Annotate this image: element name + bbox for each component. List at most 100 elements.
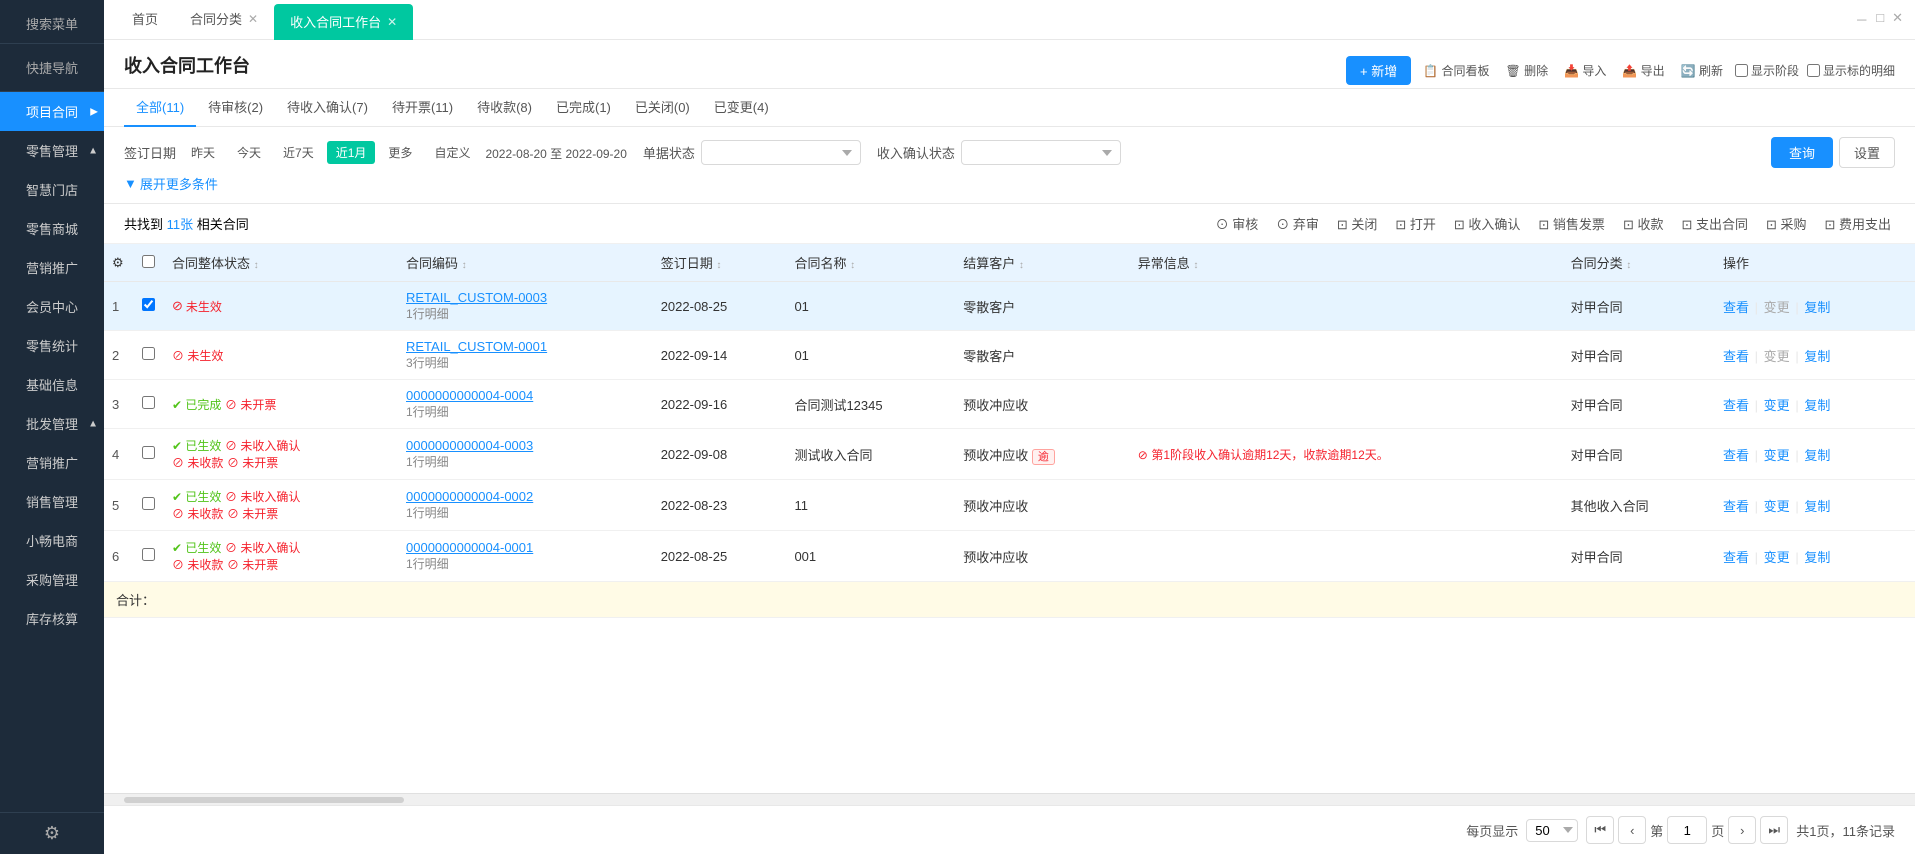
- th-overall-status[interactable]: 合同整体状态 ↕: [164, 244, 398, 282]
- gear-icon[interactable]: ⚙: [44, 823, 60, 844]
- tab-contract-category[interactable]: 合同分类 ✕: [174, 0, 274, 40]
- date-btn-custom[interactable]: 自定义: [425, 141, 479, 164]
- tab-home[interactable]: 首页: [116, 0, 174, 40]
- scrollbar-thumb[interactable]: [124, 797, 404, 803]
- show-marks-checkbox[interactable]: 显示标的明细: [1807, 62, 1895, 79]
- row-checkbox[interactable]: [134, 429, 164, 480]
- sub-tab-pending-confirm[interactable]: 待收入确认(7): [275, 89, 380, 127]
- sub-tab-changed[interactable]: 已变更(4): [702, 89, 781, 127]
- copy-link[interactable]: 复制: [1804, 398, 1830, 413]
- query-button[interactable]: 查询: [1771, 137, 1833, 168]
- sub-tab-completed[interactable]: 已完成(1): [544, 89, 623, 127]
- sidebar-item-marketing2[interactable]: 营销推广: [0, 443, 104, 482]
- th-checkbox[interactable]: [134, 244, 164, 282]
- th-exception[interactable]: 异常信息 ↕: [1130, 244, 1563, 282]
- row-checkbox[interactable]: [134, 380, 164, 429]
- sidebar-item-sales-mgmt[interactable]: 销售管理: [0, 482, 104, 521]
- export-button[interactable]: 📤 导出: [1618, 60, 1668, 81]
- th-name[interactable]: 合同名称 ↕: [786, 244, 955, 282]
- copy-link[interactable]: 复制: [1804, 300, 1830, 315]
- sidebar-item-retail-stats[interactable]: 零售统计: [0, 326, 104, 365]
- sub-tab-pending-invoice[interactable]: 待开票(11): [380, 89, 465, 127]
- contract-code-link[interactable]: RETAIL_CUSTOM-0001: [406, 339, 645, 354]
- view-link[interactable]: 查看: [1723, 550, 1749, 565]
- first-page-button[interactable]: ⏮: [1586, 816, 1614, 844]
- contract-code-link[interactable]: RETAIL_CUSTOM-0003: [406, 290, 645, 305]
- th-date[interactable]: 签订日期 ↕: [653, 244, 787, 282]
- edit-link[interactable]: 变更: [1764, 448, 1790, 463]
- next-page-button[interactable]: ›: [1728, 816, 1756, 844]
- date-btn-more[interactable]: 更多: [379, 141, 421, 164]
- sidebar-item-purchase[interactable]: 采购管理: [0, 560, 104, 599]
- import-button[interactable]: 📥 导入: [1560, 60, 1610, 81]
- contract-code-link[interactable]: 0000000000004-0002: [406, 489, 645, 504]
- prev-page-button[interactable]: ‹: [1618, 816, 1646, 844]
- sub-tab-closed[interactable]: 已关闭(0): [623, 89, 702, 127]
- op-close-btn[interactable]: ⊡ 关闭: [1333, 212, 1382, 235]
- op-payment-btn[interactable]: ⊡ 收款: [1619, 212, 1668, 235]
- th-category[interactable]: 合同分类 ↕: [1563, 244, 1715, 282]
- row-checkbox[interactable]: [134, 531, 164, 582]
- edit-link[interactable]: 变更: [1764, 550, 1790, 565]
- copy-link[interactable]: 复制: [1804, 499, 1830, 514]
- sidebar-nav-label[interactable]: 快捷导航: [0, 52, 104, 83]
- sidebar-item-project[interactable]: 项目合同 ▶: [0, 92, 104, 131]
- contract-code-link[interactable]: 0000000000004-0003: [406, 438, 645, 453]
- sub-tab-pending-review[interactable]: 待审核(2): [196, 89, 275, 127]
- contract-code-link[interactable]: 0000000000004-0001: [406, 540, 645, 555]
- th-code[interactable]: 合同编码 ↕: [398, 244, 653, 282]
- show-fields-checkbox[interactable]: 显示阶段: [1735, 62, 1799, 79]
- kanban-button[interactable]: 📋 合同看板: [1419, 60, 1493, 81]
- date-btn-7days[interactable]: 近7天: [274, 141, 323, 164]
- copy-link[interactable]: 复制: [1804, 448, 1830, 463]
- add-button[interactable]: + 新增: [1346, 56, 1411, 85]
- horizontal-scrollbar[interactable]: [104, 793, 1915, 805]
- op-purchase-btn[interactable]: ⊡ 采购: [1762, 212, 1811, 235]
- view-link[interactable]: 查看: [1723, 448, 1749, 463]
- op-expense-contract-btn[interactable]: ⊡ 支出合同: [1677, 212, 1752, 235]
- sidebar-search[interactable]: 搜索菜单: [0, 0, 104, 44]
- date-btn-1month[interactable]: 近1月: [327, 141, 376, 164]
- contract-code-link[interactable]: 0000000000004-0004: [406, 388, 645, 403]
- doc-status-select[interactable]: [701, 140, 861, 165]
- sidebar-item-basic-info[interactable]: 基础信息: [0, 365, 104, 404]
- close-icon[interactable]: ✕: [387, 15, 397, 29]
- refresh-button[interactable]: 🔄 刷新: [1677, 60, 1727, 81]
- maximize-button[interactable]: □: [1876, 10, 1884, 29]
- copy-link[interactable]: 复制: [1804, 550, 1830, 565]
- view-link[interactable]: 查看: [1723, 349, 1749, 364]
- page-number-input[interactable]: [1667, 816, 1707, 844]
- edit-link[interactable]: 变更: [1764, 349, 1790, 364]
- sidebar-item-smart-store[interactable]: 智慧门店: [0, 170, 104, 209]
- view-link[interactable]: 查看: [1723, 499, 1749, 514]
- settings-button[interactable]: 设置: [1839, 137, 1895, 168]
- edit-link[interactable]: 变更: [1764, 398, 1790, 413]
- sidebar-item-marketing[interactable]: 营销推广: [0, 248, 104, 287]
- th-customer[interactable]: 结算客户 ↕: [955, 244, 1129, 282]
- sidebar-item-wholesale[interactable]: 批发管理 ▲: [0, 404, 104, 443]
- sidebar-item-retail-mall[interactable]: 零售商城: [0, 209, 104, 248]
- sidebar-item-inventory[interactable]: 库存核算: [0, 599, 104, 638]
- sub-tab-all[interactable]: 全部(11): [124, 89, 196, 127]
- last-page-button[interactable]: ⏭: [1760, 816, 1788, 844]
- sub-tab-pending-payment[interactable]: 待收款(8): [465, 89, 544, 127]
- sidebar-item-xiaochang[interactable]: 小畅电商: [0, 521, 104, 560]
- row-checkbox[interactable]: [134, 331, 164, 380]
- sidebar-item-member[interactable]: 会员中心: [0, 287, 104, 326]
- row-checkbox[interactable]: [134, 480, 164, 531]
- sidebar-item-retail-mgmt[interactable]: 零售管理 ▲: [0, 131, 104, 170]
- delete-button[interactable]: 🗑 删除: [1502, 60, 1553, 81]
- minimize-button[interactable]: －: [1855, 10, 1868, 29]
- date-btn-today[interactable]: 今天: [228, 141, 270, 164]
- close-button[interactable]: ✕: [1892, 10, 1903, 29]
- edit-link[interactable]: 变更: [1764, 499, 1790, 514]
- view-link[interactable]: 查看: [1723, 398, 1749, 413]
- op-abandon-btn[interactable]: ⊙ 弃审: [1272, 212, 1323, 235]
- copy-link[interactable]: 复制: [1804, 349, 1830, 364]
- th-settings[interactable]: ⚙: [104, 244, 134, 282]
- row-checkbox[interactable]: [134, 282, 164, 331]
- per-page-select[interactable]: 50 100 200: [1526, 819, 1578, 842]
- expand-filter-button[interactable]: ▼ 展开更多条件: [124, 174, 1895, 193]
- tab-income-workbench[interactable]: 收入合同工作台 ✕: [274, 4, 413, 40]
- edit-link[interactable]: 变更: [1764, 300, 1790, 315]
